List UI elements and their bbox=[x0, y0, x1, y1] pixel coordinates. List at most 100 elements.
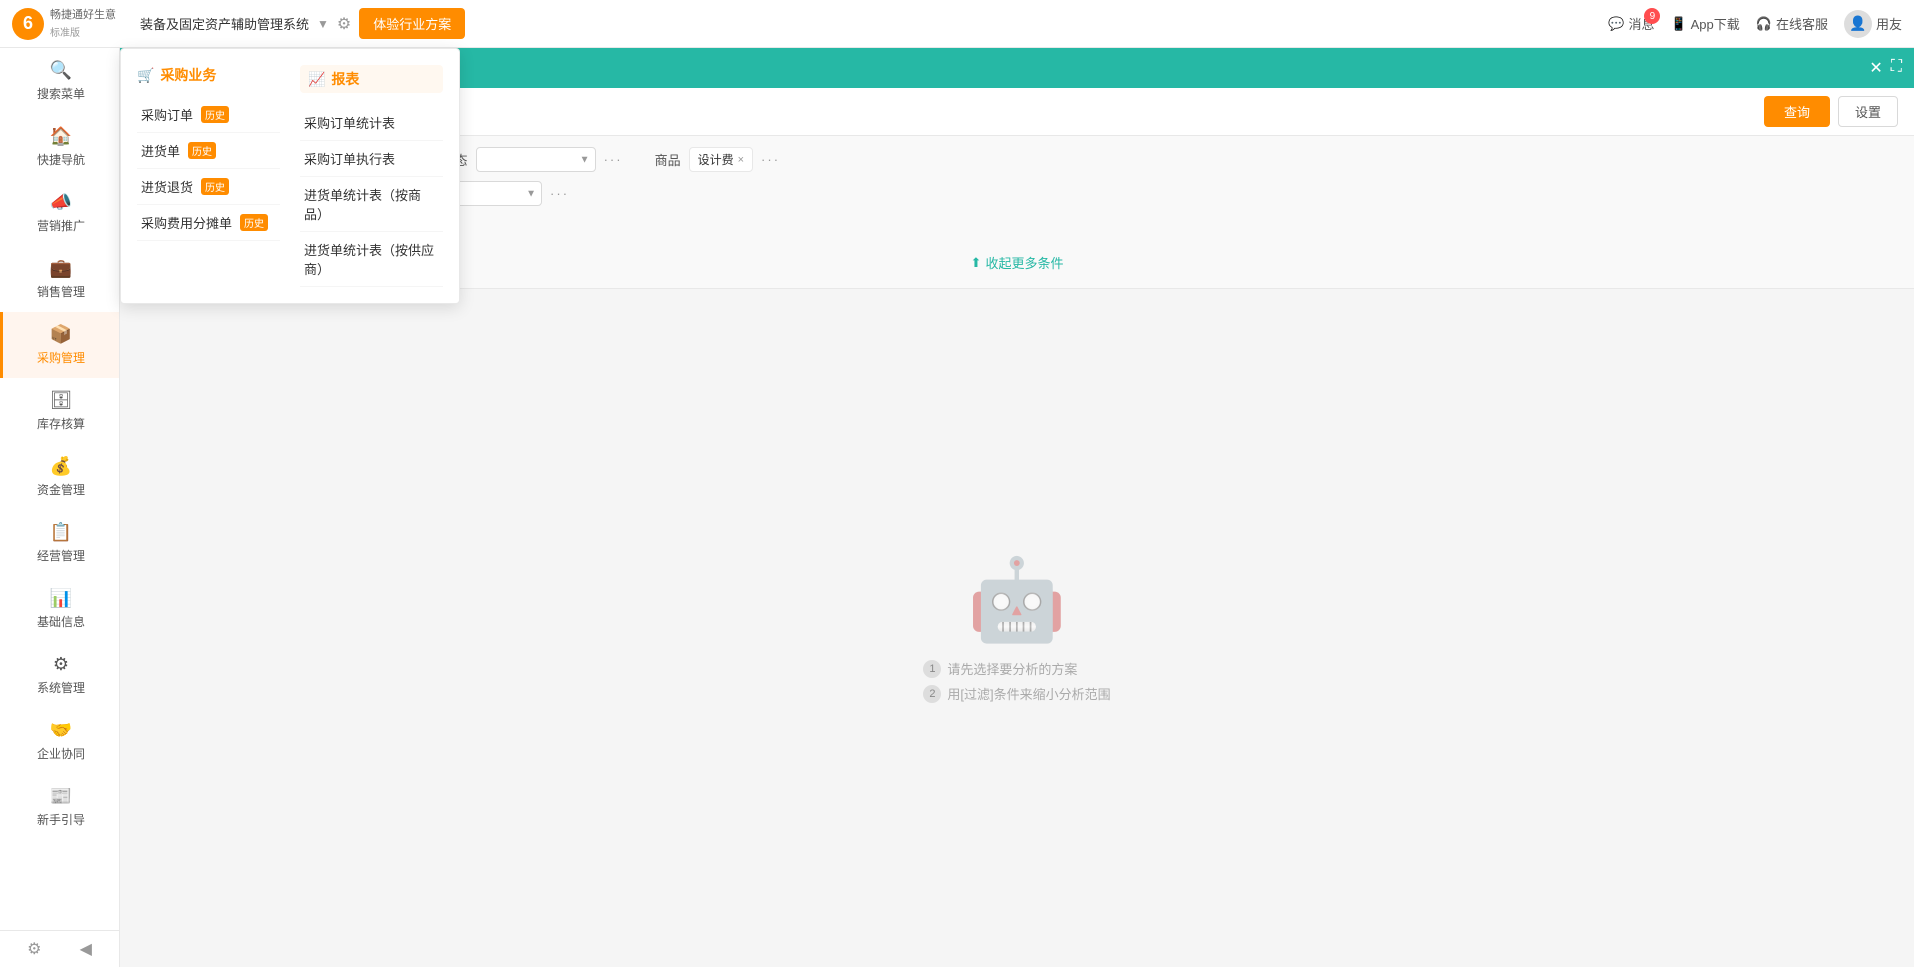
purchase-icon: 📦 bbox=[50, 324, 72, 345]
purchase-expense-label: 采购费用分摊单 bbox=[141, 213, 232, 232]
dropdown-purchase-title: 🛒 采购业务 bbox=[137, 65, 280, 85]
tabs-right-icons: ✕ ⛶ bbox=[1869, 58, 1902, 78]
report-title-text: 报表 bbox=[331, 69, 359, 89]
goods-group: 商品 设计费 × ··· bbox=[655, 147, 780, 172]
user-label: 用友 bbox=[1876, 14, 1902, 33]
phone-icon: 📱 bbox=[1670, 16, 1686, 32]
goods-label: 商品 bbox=[655, 150, 681, 169]
sidebar-item-purchase-label: 采购管理 bbox=[37, 349, 85, 366]
megaphone-icon: 📣 bbox=[50, 192, 72, 213]
basic-info-icon: 📊 bbox=[50, 588, 72, 609]
empty-tip-1: 1 请先选择要分析的方案 bbox=[923, 659, 1110, 678]
tip2-num: 2 bbox=[923, 685, 941, 703]
sidebar-item-operations-label: 经营管理 bbox=[37, 547, 85, 564]
goods-receipt-stat-supplier-label: 进货单统计表（按供应商） bbox=[304, 240, 439, 278]
sidebar-collapse-icon[interactable]: ◀ bbox=[80, 939, 92, 959]
sidebar-bottom: ⚙ ◀ bbox=[0, 930, 119, 967]
empty-tip-2: 2 用[过滤]条件来缩小分析范围 bbox=[923, 684, 1110, 703]
sidebar-item-guide[interactable]: 📰 新手引导 bbox=[0, 774, 119, 840]
headset-icon: 🎧 bbox=[1756, 16, 1772, 32]
dropdown-item-purchase-order[interactable]: 采购订单 历史 bbox=[137, 97, 280, 133]
history-badge-purchase-expense: 历史 bbox=[240, 214, 268, 231]
history-badge-goods-return: 历史 bbox=[201, 178, 229, 195]
guide-icon: 📰 bbox=[50, 786, 72, 807]
sidebar-item-finance-label: 资金管理 bbox=[37, 481, 85, 498]
industry-btn[interactable]: 体验行业方案 bbox=[359, 8, 465, 39]
avatar: 👤 bbox=[1844, 10, 1872, 38]
sidebar-item-sales[interactable]: 💼 销售管理 bbox=[0, 246, 119, 312]
empty-tips: 1 请先选择要分析的方案 2 用[过滤]条件来缩小分析范围 bbox=[923, 659, 1110, 703]
purchase-order-stat-label: 采购订单统计表 bbox=[304, 113, 395, 132]
app-download-action[interactable]: 📱 App下载 bbox=[1670, 14, 1739, 33]
tip1-num: 1 bbox=[923, 660, 941, 678]
dropdown-item-purchase-expense[interactable]: 采购费用分摊单 历史 bbox=[137, 205, 280, 241]
settings-btn[interactable]: 设置 bbox=[1838, 96, 1898, 127]
title-arrow-icon[interactable]: ▼ bbox=[317, 17, 329, 31]
sidebar-item-quick-nav[interactable]: 🏠 快捷导航 bbox=[0, 114, 119, 180]
dropdown-item-goods-receipt-stat-goods[interactable]: 进货单统计表（按商品） bbox=[300, 177, 443, 232]
doc-status-select[interactable] bbox=[476, 147, 596, 172]
user-action[interactable]: 👤 用友 bbox=[1844, 10, 1902, 38]
dropdown-item-goods-receipt-stat-supplier[interactable]: 进货单统计表（按供应商） bbox=[300, 232, 443, 287]
inventory-icon: 🗄 bbox=[50, 390, 73, 411]
purchase-title-icon: 🛒 bbox=[137, 67, 154, 84]
operations-icon: 📋 bbox=[50, 522, 72, 543]
tip2-text: 用[过滤]条件来缩小分析范围 bbox=[947, 684, 1110, 703]
query-btn[interactable]: 查询 bbox=[1764, 96, 1830, 127]
sidebar-item-system[interactable]: ⚙ 系统管理 bbox=[0, 642, 119, 708]
search-icon: 🔍 bbox=[50, 60, 72, 81]
dropdown-columns: 🛒 采购业务 采购订单 历史 进货单 历史 进货退货 历史 采购费用分摊单 历史 bbox=[137, 65, 443, 287]
goods-tag-close-icon[interactable]: × bbox=[738, 154, 744, 166]
sidebar-item-search[interactable]: 🔍 搜索菜单 bbox=[0, 48, 119, 114]
goods-return-label: 进货退货 bbox=[141, 177, 193, 196]
sidebar-item-marketing[interactable]: 📣 营销推广 bbox=[0, 180, 119, 246]
logo-line2: 标准版 bbox=[50, 24, 116, 39]
sidebar-item-purchase[interactable]: 📦 采购管理 bbox=[0, 312, 119, 378]
sidebar-item-operations[interactable]: 📋 经营管理 bbox=[0, 510, 119, 576]
home-icon: 🏠 bbox=[50, 126, 72, 147]
logo-line1: 畅捷通好生意 bbox=[50, 8, 116, 23]
window-maximize-icon[interactable]: ⛶ bbox=[1891, 58, 1902, 78]
dropdown-item-purchase-order-stat[interactable]: 采购订单统计表 bbox=[300, 105, 443, 141]
topbar: 6 畅捷通好生意 标准版 装备及固定资产辅助管理系统 ▼ ⚙ 体验行业方案 💬 … bbox=[0, 0, 1914, 48]
system-title: 装备及固定资产辅助管理系统 bbox=[140, 14, 309, 33]
service-label: 在线客服 bbox=[1776, 14, 1828, 33]
sidebar-item-marketing-label: 营销推广 bbox=[37, 217, 85, 234]
sidebar-item-enterprise[interactable]: 🤝 企业协同 bbox=[0, 708, 119, 774]
goods-receipt-label: 进货单 bbox=[141, 141, 180, 160]
dropdown-item-goods-receipt[interactable]: 进货单 历史 bbox=[137, 133, 280, 169]
goods-tag-text: 设计费 bbox=[698, 151, 734, 168]
messages-action[interactable]: 💬 消息 9 bbox=[1608, 14, 1654, 33]
doc-status-select-wrapper bbox=[476, 147, 596, 172]
goods-receipt-stat-goods-label: 进货单统计表（按商品） bbox=[304, 185, 439, 223]
logo-icon: 6 bbox=[12, 8, 44, 40]
sidebar-item-inventory[interactable]: 🗄 库存核算 bbox=[0, 378, 119, 444]
report-title-icon: 📈 bbox=[308, 71, 325, 88]
sidebar-item-enterprise-label: 企业协同 bbox=[37, 745, 85, 762]
empty-state: 🤖 1 请先选择要分析的方案 2 用[过滤]条件来缩小分析范围 bbox=[120, 289, 1914, 967]
toolbar-right-btns: 查询 设置 bbox=[1764, 96, 1898, 127]
purchase-order-label: 采购订单 bbox=[141, 105, 193, 124]
dropdown-report-title: 📈 报表 bbox=[300, 65, 443, 93]
goods-dots[interactable]: ··· bbox=[761, 152, 780, 167]
sidebar-item-finance[interactable]: 💰 资金管理 bbox=[0, 444, 119, 510]
purchase-title-text: 采购业务 bbox=[160, 65, 216, 85]
sidebar-item-basic-info[interactable]: 📊 基础信息 bbox=[0, 576, 119, 642]
dropdown-item-goods-return[interactable]: 进货退货 历史 bbox=[137, 169, 280, 205]
collapse-up-icon: ⬆ bbox=[971, 255, 982, 271]
online-service-action[interactable]: 🎧 在线客服 bbox=[1756, 14, 1828, 33]
tip1-text: 请先选择要分析的方案 bbox=[947, 659, 1077, 678]
sidebar: 🔍 搜索菜单 🏠 快捷导航 📣 营销推广 💼 销售管理 📦 采购管理 🗄 库存核… bbox=[0, 48, 120, 967]
salesman-dots[interactable]: ··· bbox=[550, 186, 569, 201]
collapse-btn[interactable]: ⬆ 收起更多条件 bbox=[965, 247, 1070, 278]
doc-status-dots[interactable]: ··· bbox=[604, 152, 623, 167]
sidebar-settings-icon[interactable]: ⚙ bbox=[27, 939, 41, 959]
history-badge-purchase-order: 历史 bbox=[201, 106, 229, 123]
sidebar-item-inventory-label: 库存核算 bbox=[37, 415, 85, 432]
window-close-icon[interactable]: ✕ bbox=[1869, 58, 1882, 78]
dropdown-col-purchase: 🛒 采购业务 采购订单 历史 进货单 历史 进货退货 历史 采购费用分摊单 历史 bbox=[137, 65, 280, 287]
sidebar-item-quick-nav-label: 快捷导航 bbox=[37, 151, 85, 168]
dropdown-item-purchase-order-exec[interactable]: 采购订单执行表 bbox=[300, 141, 443, 177]
history-badge-goods-receipt: 历史 bbox=[188, 142, 216, 159]
settings-gear-icon[interactable]: ⚙ bbox=[337, 14, 351, 34]
